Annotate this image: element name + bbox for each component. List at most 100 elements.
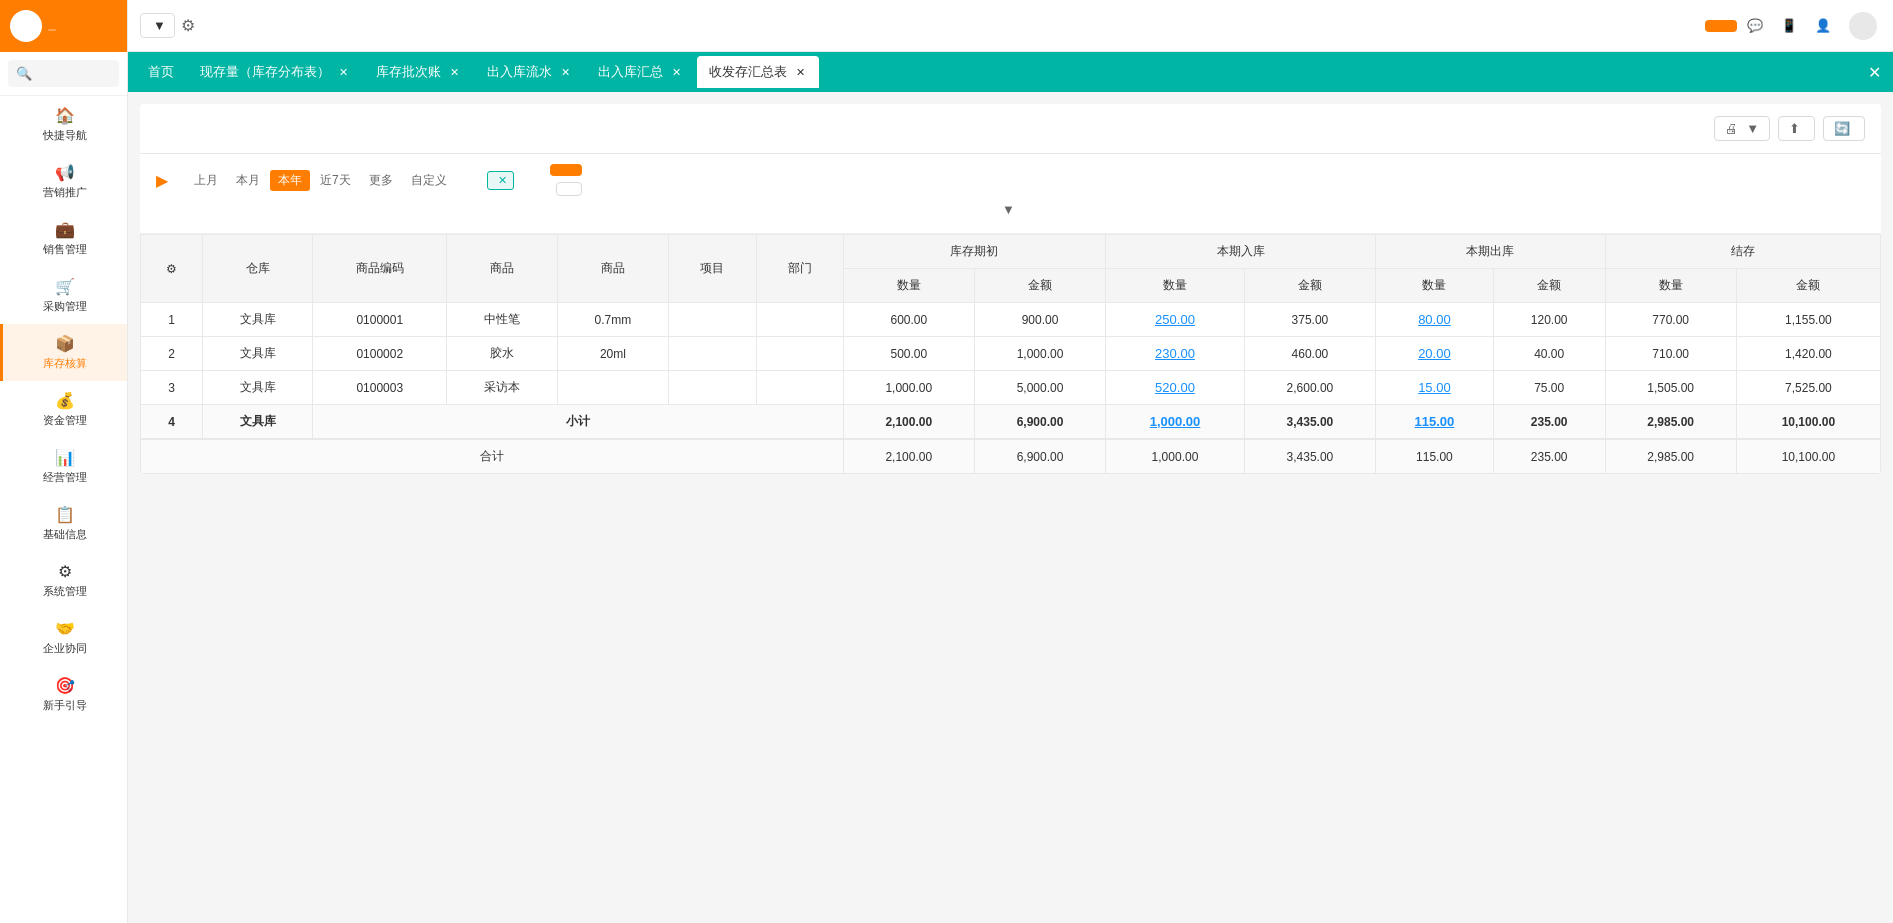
tab-bar-close-button[interactable]: ✕ (1864, 59, 1885, 86)
sidebar-item-operations[interactable]: 📊经营管理 (0, 438, 127, 495)
tab-close-inout-flow[interactable]: ✕ (558, 65, 572, 79)
cell-out-amt: 120.00 (1493, 303, 1605, 337)
sidebar-item-cooperation[interactable]: 🤝企业协同 (0, 609, 127, 666)
cell-goods-code: 0100001 (313, 303, 447, 337)
date-option-本月[interactable]: 本月 (228, 170, 268, 191)
col-settings-icon[interactable]: ⚙ (141, 235, 203, 303)
date-option-本年[interactable]: 本年 (270, 170, 310, 191)
sidebar: 🔍 🏠快捷导航📢营销推广💼销售管理🛒采购管理📦库存核算💰资金管理📊经营管理 📋 基础… (0, 0, 128, 923)
cell-bal-qty: 710.00 (1605, 337, 1736, 371)
gear-settings-button[interactable]: ⚙ (181, 16, 195, 35)
sidebar-item-system[interactable]: ⚙ 系统管理 (0, 552, 127, 609)
col-out-qty-header: 数量 (1376, 269, 1494, 303)
nav-icon-base-info: 📋 (55, 505, 75, 524)
nav-icon-purchase: 🛒 (55, 277, 75, 296)
in-qty-link[interactable]: 520.00 (1155, 380, 1195, 395)
nav-icon-operations: 📊 (55, 448, 75, 467)
nav-icon-system: ⚙ (58, 562, 72, 581)
cell-bal-amt: 1,155.00 (1736, 303, 1880, 337)
col-out-amt-header: 金额 (1493, 269, 1605, 303)
in-qty-link[interactable]: 230.00 (1155, 346, 1195, 361)
nav-label-base-info: 基础信息 (43, 527, 87, 542)
sidebar-item-finance[interactable]: 💰资金管理 (0, 381, 127, 438)
cell-in-qty[interactable]: 520.00 (1106, 371, 1245, 405)
tab-inventory-dist[interactable]: 现存量（库存分布表）✕ (188, 56, 362, 88)
date-options: 上月本月本年近7天更多自定义 (186, 170, 455, 191)
trial-button[interactable] (1705, 20, 1737, 32)
tab-recv-send-summary[interactable]: 收发存汇总表✕ (697, 56, 819, 88)
sidebar-item-sales[interactable]: 💼销售管理 (0, 210, 127, 267)
col-goods-code-header: 商品编码 (313, 235, 447, 303)
cell-in-qty[interactable]: 230.00 (1106, 337, 1245, 371)
table-footer: 合计 2,100.00 6,900.00 1,000.00 3,435.00 1… (141, 439, 1881, 474)
date-option-上月[interactable]: 上月 (186, 170, 226, 191)
date-option-自定义[interactable]: 自定义 (403, 170, 455, 191)
total-out-amt: 235.00 (1493, 439, 1605, 474)
warehouse-tag: ✕ (487, 171, 514, 190)
out-qty-link[interactable]: 80.00 (1418, 312, 1451, 327)
table-row: 2 文具库 0100002 胶水 20ml 500.00 1,000.00 23… (141, 337, 1881, 371)
subtotal-in-qty-link[interactable]: 1,000.00 (1150, 414, 1201, 429)
out-qty-link[interactable]: 20.00 (1418, 346, 1451, 361)
sidebar-item-guide[interactable]: 🎯新手引导 (0, 666, 127, 723)
cell-out-qty[interactable]: 80.00 (1376, 303, 1494, 337)
cell-open-amt: 1,000.00 (974, 337, 1105, 371)
tab-home[interactable]: 首页 (136, 56, 186, 88)
tab-close-recv-send-summary[interactable]: ✕ (793, 65, 807, 79)
data-table-container: ⚙ 仓库 商品编码 商品 商品 项目 部门 库存期初 本期入库 本期出库 结存 … (140, 234, 1881, 474)
search-icon: 🔍 (16, 66, 32, 81)
sidebar-item-inventory[interactable]: 📦库存核算 (0, 324, 127, 381)
cell-goods-spec (557, 371, 669, 405)
query-button[interactable] (550, 164, 582, 176)
tab-close-inventory-dist[interactable]: ✕ (336, 65, 350, 79)
message-action[interactable]: 💬 (1747, 18, 1767, 33)
filter-expand-icon[interactable]: ▶ (156, 171, 168, 190)
print-button[interactable]: 🖨 ▼ (1714, 116, 1770, 141)
filter-settings-button[interactable] (556, 182, 582, 196)
date-option-更多[interactable]: 更多 (361, 170, 401, 191)
tab-inout-flow[interactable]: 出入库流水✕ (475, 56, 584, 88)
refresh-button[interactable]: 🔄 (1823, 116, 1865, 141)
sidebar-item-quick-nav[interactable]: 🏠快捷导航 (0, 96, 127, 153)
chevron-print-icon: ▼ (1746, 121, 1759, 136)
cell-out-amt: 40.00 (1493, 337, 1605, 371)
online-service-action[interactable]: 👤 (1815, 18, 1835, 33)
date-option-近7天[interactable]: 近7天 (312, 170, 359, 191)
in-qty-link[interactable]: 250.00 (1155, 312, 1195, 327)
search-menu-button[interactable]: 🔍 (8, 60, 119, 87)
tab-batch-account[interactable]: 库存批次账✕ (364, 56, 473, 88)
nav-icon-cooperation: 🤝 (55, 619, 75, 638)
cell-out-qty[interactable]: 15.00 (1376, 371, 1494, 405)
cell-bal-qty: 770.00 (1605, 303, 1736, 337)
system-name-select[interactable]: ▼ (140, 13, 175, 38)
expand-more-btn[interactable]: ▼ (1002, 202, 1019, 217)
cell-out-qty[interactable]: 20.00 (1376, 337, 1494, 371)
subtotal-out-qty-link[interactable]: 115.00 (1415, 414, 1455, 429)
table-header-group: ⚙ 仓库 商品编码 商品 商品 项目 部门 库存期初 本期入库 本期出库 结存 (141, 235, 1881, 269)
user-action[interactable] (1849, 12, 1881, 40)
app-download-action[interactable]: 📱 (1781, 18, 1801, 33)
chevron-down-icon: ▼ (153, 18, 166, 33)
cell-goods-spec: 0.7mm (557, 303, 669, 337)
warehouse-tag-close[interactable]: ✕ (498, 174, 507, 187)
nav-label-system: 系统管理 (43, 584, 87, 599)
out-qty-link[interactable]: 15.00 (1418, 380, 1451, 395)
export-button[interactable]: ⬆ (1778, 116, 1815, 141)
subtotal-open-amt: 6,900.00 (974, 405, 1105, 440)
subtotal-in-qty: 1,000.00 (1106, 405, 1245, 440)
tab-close-inout-summary[interactable]: ✕ (669, 65, 683, 79)
subtotal-rownum: 4 (141, 405, 203, 440)
sidebar-item-base-info[interactable]: 📋 基础信息 (0, 495, 127, 552)
cell-in-qty[interactable]: 250.00 (1106, 303, 1245, 337)
sidebar-item-purchase[interactable]: 🛒采购管理 (0, 267, 127, 324)
cell-department (756, 371, 843, 405)
sidebar-item-marketing[interactable]: 📢营销推广 (0, 153, 127, 210)
logo-icon (10, 10, 42, 42)
col-balance-header: 结存 (1605, 235, 1880, 269)
sidebar-logo (0, 0, 127, 52)
avatar (1849, 12, 1877, 40)
tab-close-batch-account[interactable]: ✕ (447, 65, 461, 79)
table-total-row: 合计 2,100.00 6,900.00 1,000.00 3,435.00 1… (141, 439, 1881, 474)
sidebar-search-area: 🔍 (0, 52, 127, 96)
tab-inout-summary[interactable]: 出入库汇总✕ (586, 56, 695, 88)
